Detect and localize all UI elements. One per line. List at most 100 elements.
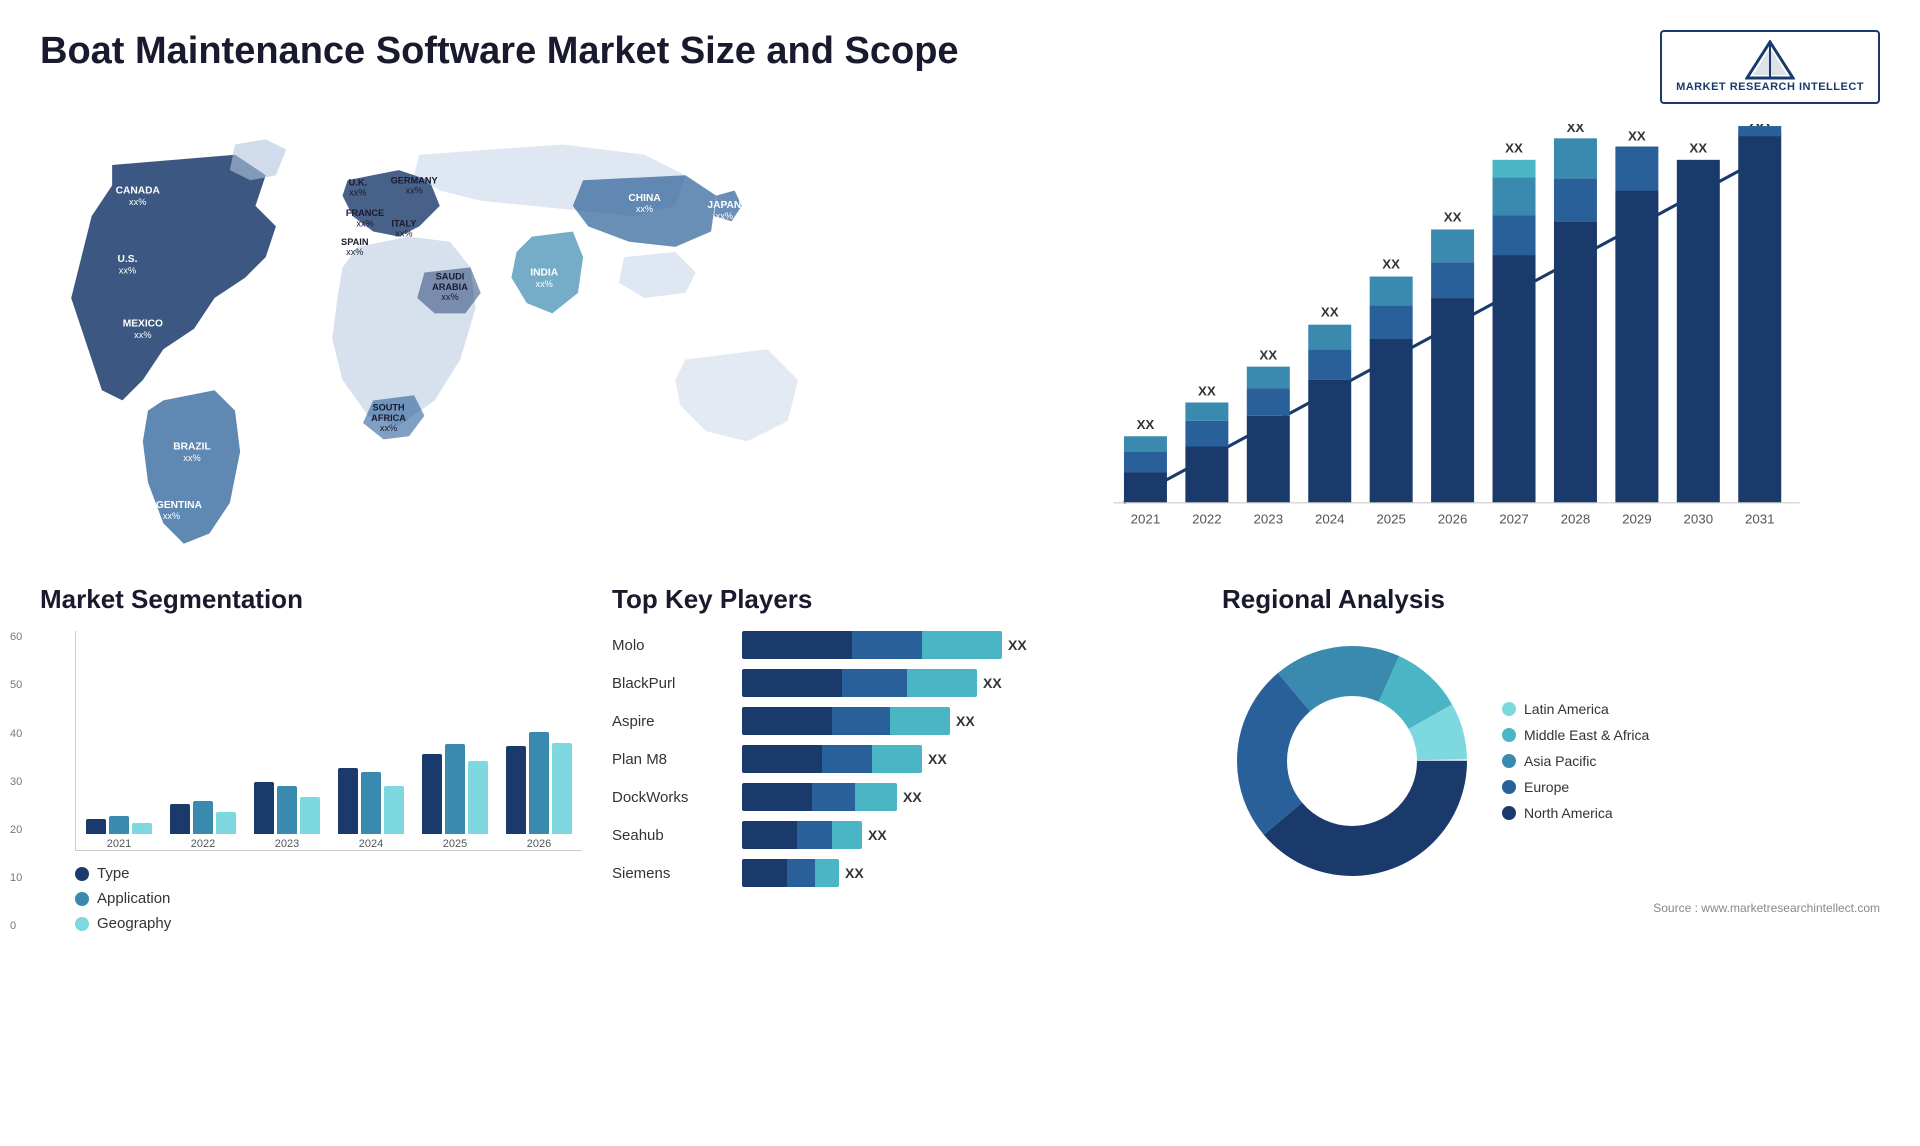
bottom-row: Market Segmentation 60 50 40 30 20 10 0 (40, 584, 1880, 932)
player-row-dockworks: DockWorks XX (612, 783, 1192, 811)
player-row-seahub: Seahub XX (612, 821, 1192, 849)
svg-text:XX: XX (1259, 348, 1277, 363)
svg-text:JAPAN: JAPAN (707, 200, 741, 211)
logo-icon (1745, 40, 1795, 80)
player-row-blackpurl: BlackPurl XX (612, 669, 1192, 697)
page-title: Boat Maintenance Software Market Size an… (40, 30, 959, 73)
svg-text:xx%: xx% (129, 197, 146, 207)
bar-chart-svg: XX 2021 XX 2022 XX 2023 XX 2024 XX (1023, 124, 1880, 554)
svg-text:xx%: xx% (405, 186, 422, 196)
legend-application: Application (75, 890, 582, 907)
player-row-siemens: Siemens XX (612, 859, 1192, 887)
svg-text:XX: XX (1566, 124, 1584, 135)
svg-text:2030: 2030 (1683, 512, 1713, 527)
regional-dot-mea (1502, 728, 1516, 742)
svg-text:U.K.: U.K. (349, 178, 367, 188)
svg-text:SAUDI: SAUDI (436, 272, 465, 282)
svg-text:SPAIN: SPAIN (341, 237, 369, 247)
logo-text: MARKET RESEARCH INTELLECT (1676, 80, 1864, 94)
page-header: Boat Maintenance Software Market Size an… (40, 30, 1880, 104)
svg-text:xx%: xx% (346, 247, 363, 257)
player-bar-dockworks (742, 783, 897, 811)
svg-text:2023: 2023 (1253, 512, 1283, 527)
svg-text:XX: XX (1444, 210, 1462, 225)
player-bar-aspire (742, 707, 950, 735)
legend-latin-america: Latin America (1502, 701, 1649, 717)
player-bar-seahub (742, 821, 862, 849)
player-name-aspire: Aspire (612, 713, 732, 730)
svg-text:2028: 2028 (1561, 512, 1591, 527)
svg-text:xx%: xx% (380, 423, 397, 433)
legend-dot-geography (75, 917, 89, 931)
player-row-planm8: Plan M8 XX (612, 745, 1192, 773)
seg-bar-group-2021 (86, 816, 152, 834)
segmentation-section: Market Segmentation 60 50 40 30 20 10 0 (40, 584, 582, 932)
svg-text:FRANCE: FRANCE (346, 208, 384, 218)
legend-type: Type (75, 865, 582, 882)
legend-dot-application (75, 892, 89, 906)
player-name-molo: Molo (612, 637, 732, 654)
player-bar-molo (742, 631, 1002, 659)
legend-north-america: North America (1502, 805, 1649, 821)
regional-dot-asia (1502, 754, 1516, 768)
seg-chart: 2021 2022 (75, 631, 582, 851)
regional-dot-latin (1502, 702, 1516, 716)
legend-dot-type (75, 867, 89, 881)
svg-text:xx%: xx% (183, 453, 200, 463)
bar-chart: XX 2021 XX 2022 XX 2023 XX 2024 XX (1013, 124, 1880, 554)
svg-text:AFRICA: AFRICA (371, 413, 406, 423)
logo: MARKET RESEARCH INTELLECT (1660, 30, 1880, 104)
svg-text:CANADA: CANADA (116, 186, 161, 197)
svg-text:ARABIA: ARABIA (432, 282, 468, 292)
segmentation-title: Market Segmentation (40, 584, 582, 615)
svg-text:xx%: xx% (349, 188, 366, 198)
player-name-planm8: Plan M8 (612, 751, 732, 768)
regional-section: Regional Analysis Lat (1222, 584, 1880, 932)
svg-text:xx%: xx% (636, 204, 653, 214)
legend-europe: Europe (1502, 779, 1649, 795)
legend-asia-pacific: Asia Pacific (1502, 753, 1649, 769)
player-bar-blackpurl (742, 669, 977, 697)
svg-text:2025: 2025 (1376, 512, 1406, 527)
player-name-siemens: Siemens (612, 865, 732, 882)
svg-text:XX: XX (1689, 141, 1707, 156)
players-section: Top Key Players Molo XX BlackPurl (612, 584, 1192, 932)
svg-text:XX: XX (1382, 257, 1400, 272)
svg-text:2027: 2027 (1499, 512, 1529, 527)
legend-mea: Middle East & Africa (1502, 727, 1649, 743)
svg-text:2026: 2026 (1438, 512, 1468, 527)
legend-geography: Geography (75, 915, 582, 932)
svg-text:2024: 2024 (1315, 512, 1345, 527)
seg-bar-group-2022 (170, 801, 236, 834)
player-list: Molo XX BlackPurl (612, 631, 1192, 887)
seg-y-axis: 60 50 40 30 20 10 0 (10, 631, 22, 932)
seg-bar-group-2025 (422, 744, 488, 834)
donut-chart-svg (1222, 631, 1482, 891)
svg-text:ARGENTINA: ARGENTINA (141, 500, 202, 511)
svg-text:XX: XX (1628, 129, 1646, 144)
map-svg: CANADA xx% U.S. xx% MEXICO xx% BRAZIL xx… (40, 124, 983, 554)
seg-bar-group-2026 (506, 732, 572, 834)
donut-wrapper: Latin America Middle East & Africa Asia … (1222, 631, 1880, 891)
regional-legend: Latin America Middle East & Africa Asia … (1502, 701, 1649, 821)
svg-text:2031: 2031 (1745, 512, 1775, 527)
svg-text:xx%: xx% (356, 219, 373, 229)
regional-dot-north-america (1502, 806, 1516, 820)
svg-text:xx%: xx% (395, 229, 412, 239)
svg-text:INDIA: INDIA (530, 268, 558, 279)
top-row: CANADA xx% U.S. xx% MEXICO xx% BRAZIL xx… (40, 124, 1880, 554)
player-bar-planm8 (742, 745, 922, 773)
seg-legend: Type Application Geography (75, 865, 582, 932)
regional-title: Regional Analysis (1222, 584, 1880, 615)
svg-text:SOUTH: SOUTH (372, 403, 405, 413)
svg-text:xx%: xx% (119, 266, 136, 276)
svg-text:XX: XX (1136, 417, 1154, 432)
source-text: Source : www.marketresearchintellect.com (1222, 901, 1880, 915)
regional-dot-europe (1502, 780, 1516, 794)
player-name-blackpurl: BlackPurl (612, 675, 732, 692)
svg-text:U.S.: U.S. (118, 255, 138, 266)
svg-text:MEXICO: MEXICO (123, 319, 163, 330)
players-title: Top Key Players (612, 584, 1192, 615)
player-name-seahub: Seahub (612, 827, 732, 844)
svg-text:CHINA: CHINA (628, 193, 661, 204)
